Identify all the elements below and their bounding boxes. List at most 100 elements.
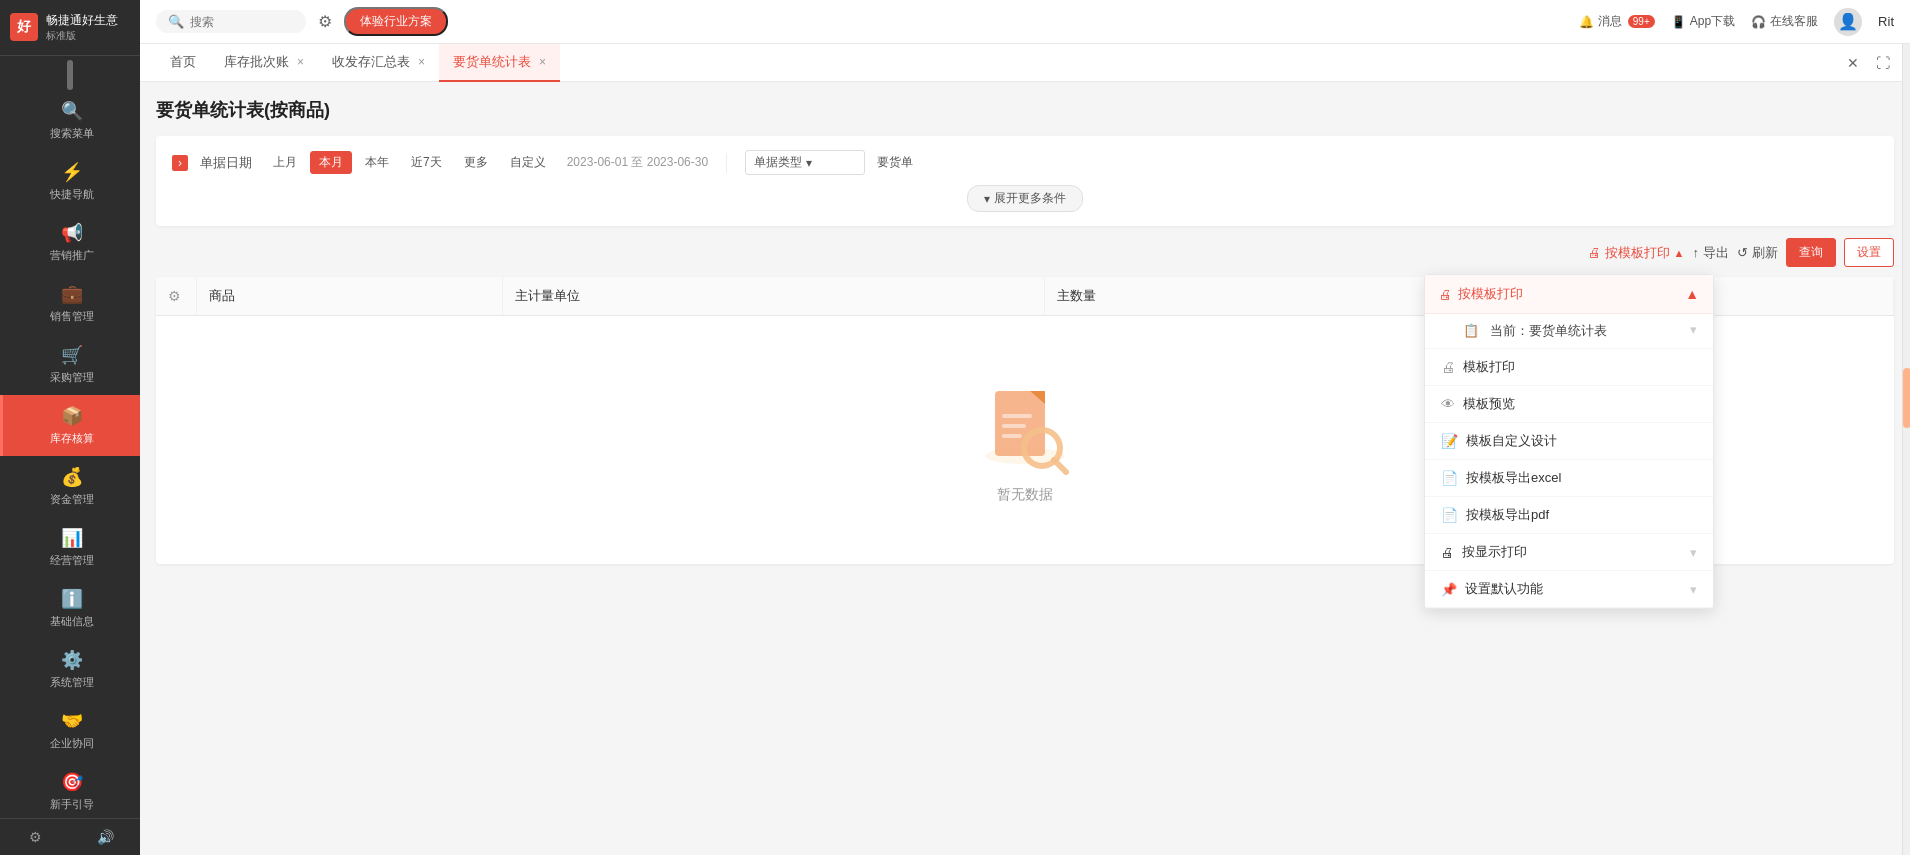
col-settings: ⚙ [156, 277, 196, 316]
svg-rect-5 [1002, 434, 1022, 438]
download-icon: 📱 [1671, 15, 1686, 29]
refresh-button[interactable]: ↺ 刷新 [1737, 244, 1778, 262]
sidebar-label-guide: 新手引导 [50, 797, 94, 812]
tab-home[interactable]: 首页 [156, 44, 210, 82]
refresh-icon: ↺ [1737, 245, 1748, 260]
search-icon: 🔍 [61, 100, 83, 122]
online-service-label: 在线客服 [1770, 13, 1818, 30]
display-print-arrow: ▾ [1690, 545, 1697, 560]
toolbar-row: 🖨 按模板打印 ▲ ↑ 导出 ↺ 刷新 查询 设置 [156, 238, 1894, 267]
tab-inventory-batch-close[interactable]: × [297, 55, 304, 69]
template-pdf-label: 按模板导出pdf [1466, 506, 1549, 524]
print-template-print[interactable]: 🖨 模板打印 [1425, 349, 1713, 386]
sidebar-item-inventory[interactable]: 📦 库存核算 [0, 395, 140, 456]
tab-inventory-batch[interactable]: 库存批次账 × [210, 44, 318, 82]
print-template-pdf[interactable]: 📄 按模板导出pdf [1425, 497, 1713, 534]
topbar-right: 🔔 消息 99+ 📱 App下载 🎧 在线客服 👤 Rit [1579, 8, 1894, 36]
sidebar-item-marketing[interactable]: 📢 营销推广 [0, 212, 140, 273]
sidebar-item-system[interactable]: ⚙️ 系统管理 [0, 639, 140, 700]
print-template-custom[interactable]: 📝 模板自定义设计 [1425, 423, 1713, 460]
tab-receipt-summary-close[interactable]: × [418, 55, 425, 69]
tab-receipt-summary[interactable]: 收发存汇总表 × [318, 44, 439, 82]
sidebar-item-shortcut[interactable]: ⚡ 快捷导航 [0, 151, 140, 212]
online-service-button[interactable]: 🎧 在线客服 [1751, 13, 1818, 30]
date-current-month[interactable]: 本月 [310, 151, 352, 174]
basic-icon: ℹ️ [61, 588, 83, 610]
maximize-window-button[interactable]: ⛶ [1872, 52, 1894, 74]
sidebar-label-system: 系统管理 [50, 675, 94, 690]
print-dropdown-close-icon[interactable]: ▲ [1685, 286, 1699, 302]
type-select[interactable]: 单据类型 ▾ [745, 150, 865, 175]
date-current-year[interactable]: 本年 [356, 151, 398, 174]
operation-icon: 📊 [61, 527, 83, 549]
print-display-print[interactable]: 🖨 按显示打印 ▾ [1425, 534, 1713, 571]
sidebar-item-collab[interactable]: 🤝 企业协同 [0, 700, 140, 761]
refresh-label: 刷新 [1752, 244, 1778, 262]
template-custom-label: 模板自定义设计 [1466, 432, 1557, 450]
topbar-gear-icon[interactable]: ⚙ [318, 12, 332, 31]
export-button[interactable]: ↑ 导出 [1693, 244, 1730, 262]
display-print-label: 按显示打印 [1462, 543, 1527, 561]
search-input[interactable] [190, 15, 290, 29]
system-icon: ⚙️ [61, 649, 83, 671]
expand-icon: ▾ [984, 192, 990, 206]
app-download-label: App下载 [1690, 13, 1735, 30]
sidebar-item-finance[interactable]: 💰 资金管理 [0, 456, 140, 517]
search-box[interactable]: 🔍 [156, 10, 306, 33]
settings-config-button[interactable]: 设置 [1844, 238, 1894, 267]
template-preview-icon: 👁 [1441, 396, 1455, 412]
table-settings-icon[interactable]: ⚙ [168, 288, 181, 304]
sidebar-label-purchase: 采购管理 [50, 370, 94, 385]
sidebar-label-finance: 资金管理 [50, 492, 94, 507]
set-default-arrow: ▾ [1690, 582, 1697, 597]
tab-order-stats-close[interactable]: × [539, 55, 546, 69]
template-preview-label: 模板预览 [1463, 395, 1515, 413]
sidebar-item-guide[interactable]: 🎯 新手引导 [0, 761, 140, 818]
tabbar: 首页 库存批次账 × 收发存汇总表 × 要货单统计表 × ✕ ⛶ [140, 44, 1910, 82]
right-scrollbar-thumb[interactable] [1903, 368, 1910, 428]
app-download-button[interactable]: 📱 App下载 [1671, 13, 1735, 30]
print-button[interactable]: 🖨 按模板打印 ▲ [1588, 244, 1685, 262]
right-scrollbar [1902, 44, 1910, 855]
print-current-template[interactable]: 📋 当前：要货单统计表 ▾ [1425, 314, 1713, 349]
svg-rect-1 [995, 391, 1045, 456]
sidebar-item-search[interactable]: 🔍 搜索菜单 [0, 90, 140, 151]
date-prev-month[interactable]: 上月 [264, 151, 306, 174]
date-buttons: 上月 本月 本年 近7天 更多 自定义 [264, 151, 555, 174]
print-set-default[interactable]: 📌 设置默认功能 ▾ [1425, 571, 1713, 608]
query-button[interactable]: 查询 [1786, 238, 1836, 267]
tab-home-label: 首页 [170, 53, 196, 71]
filter-expand-button[interactable]: › [172, 155, 188, 171]
expand-more-button[interactable]: ▾ 展开更多条件 [967, 185, 1083, 212]
sidebar-logo: 好 畅捷通好生意 标准版 [0, 0, 140, 56]
collab-icon: 🤝 [61, 710, 83, 732]
tab-order-stats[interactable]: 要货单统计表 × [439, 44, 560, 82]
marketing-icon: 📢 [61, 222, 83, 244]
date-last7[interactable]: 近7天 [402, 151, 451, 174]
date-more[interactable]: 更多 [455, 151, 497, 174]
tab-order-stats-label: 要货单统计表 [453, 53, 531, 71]
user-avatar[interactable]: 👤 [1834, 8, 1862, 36]
bell-icon: 🔔 [1579, 15, 1594, 29]
display-print-left: 🖨 按显示打印 [1441, 543, 1527, 561]
date-custom[interactable]: 自定义 [501, 151, 555, 174]
print-template-excel[interactable]: 📄 按模板导出excel [1425, 460, 1713, 497]
app-version: 标准版 [46, 29, 118, 43]
template-custom-icon: 📝 [1441, 433, 1458, 449]
page-title: 要货单统计表(按商品) [156, 98, 1894, 122]
date-filter-label: 单据日期 [200, 154, 252, 172]
template-excel-label: 按模板导出excel [1466, 469, 1561, 487]
message-button[interactable]: 🔔 消息 99+ [1579, 13, 1655, 30]
speaker-button[interactable]: 🔊 [70, 819, 140, 855]
sidebar-item-operation[interactable]: 📊 经营管理 [0, 517, 140, 578]
print-template-preview[interactable]: 👁 模板预览 [1425, 386, 1713, 423]
tab-inventory-batch-label: 库存批次账 [224, 53, 289, 71]
sidebar-item-basic[interactable]: ℹ️ 基础信息 [0, 578, 140, 639]
sidebar-item-sales[interactable]: 💼 销售管理 [0, 273, 140, 334]
sidebar-item-purchase[interactable]: 🛒 采购管理 [0, 334, 140, 395]
trial-button[interactable]: 体验行业方案 [344, 7, 448, 36]
settings-button[interactable]: ⚙ [0, 819, 70, 855]
sidebar-label-shortcut: 快捷导航 [50, 187, 94, 202]
expand-more-row: ▾ 展开更多条件 [172, 185, 1878, 212]
close-window-button[interactable]: ✕ [1842, 52, 1864, 74]
